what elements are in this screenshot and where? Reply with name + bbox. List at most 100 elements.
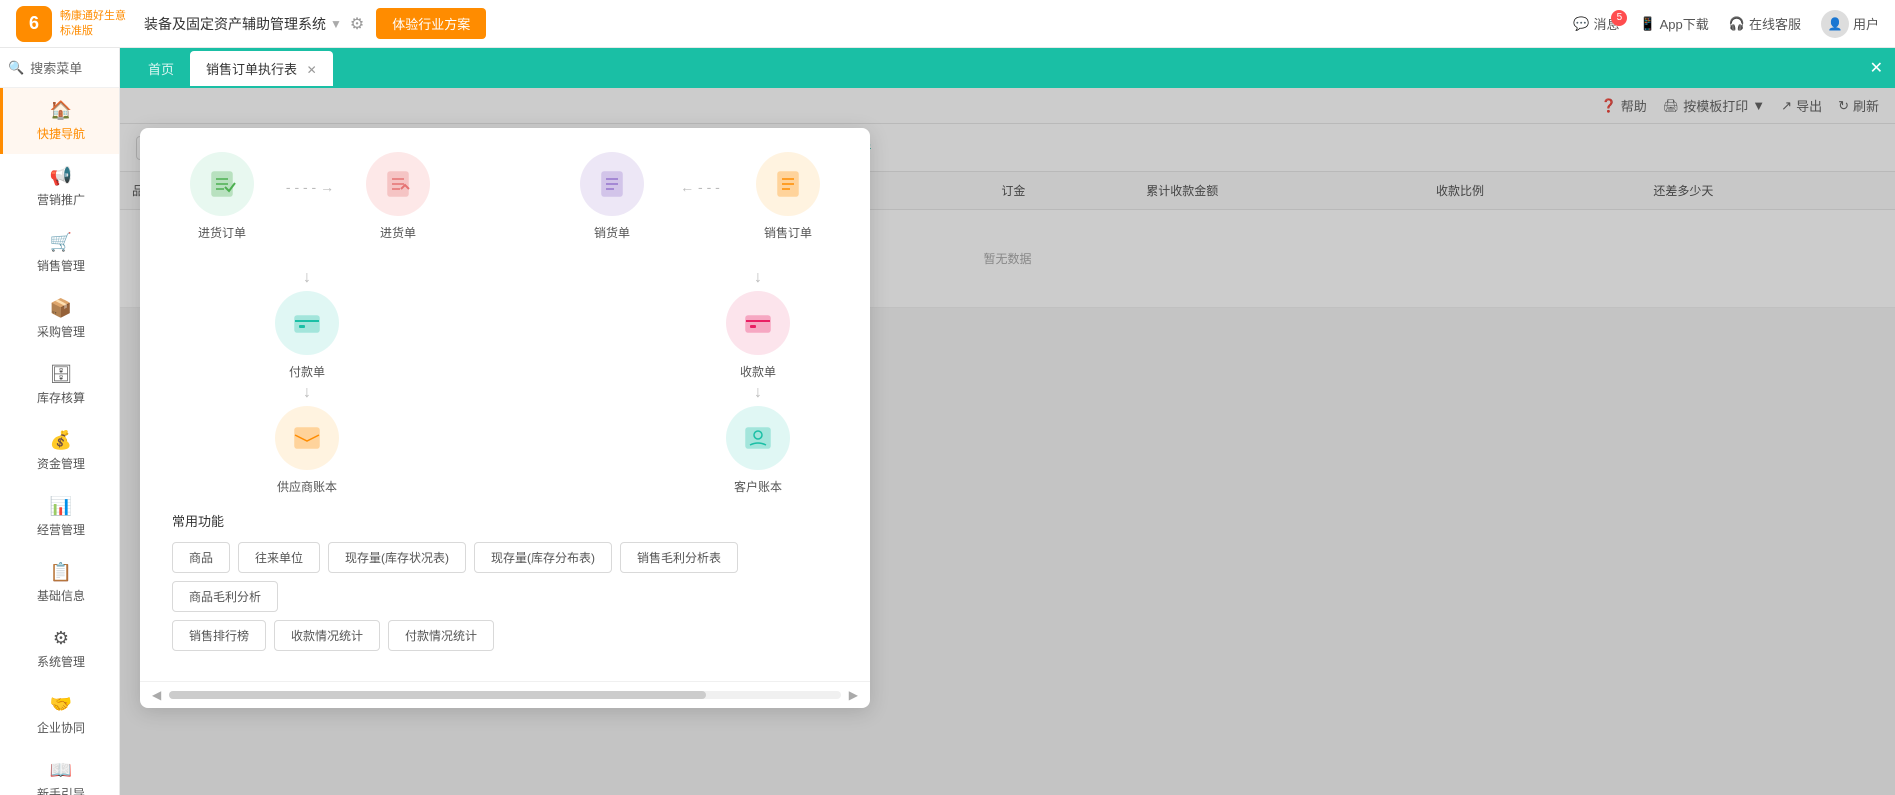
purchase-bill-icon <box>366 152 430 216</box>
search-icon: 🔍 <box>8 60 24 76</box>
sidebar-item-marketing[interactable]: 📢 营销推广 <box>0 154 119 220</box>
purchase-bill-label: 进货单 <box>380 224 416 241</box>
gear-icon[interactable]: ⚙ <box>350 14 364 34</box>
payment-icon <box>275 291 339 355</box>
supplier-icon <box>275 406 339 470</box>
tabbar: 首页 销售订单执行表 ✕ ✕ <box>120 48 1895 88</box>
func-buttons-row1: 商品 往来单位 现存量(库存状况表) 现存量(库存分布表) 销售毛利分析表 商品… <box>172 542 838 612</box>
func-btn-receipt-stat[interactable]: 收款情况统计 <box>274 620 380 651</box>
logo-text: 畅康通好生意 标准版 <box>60 9 126 38</box>
flow-row-1: 进货订单 - - - - → <box>172 152 838 241</box>
topbar-right: 💬 消息 5 📱 App下载 🎧 在线客服 👤 用户 <box>1573 10 1879 38</box>
func-btn-inventory-dist[interactable]: 现存量(库存分布表) <box>474 542 612 573</box>
sidebar-item-quick-nav[interactable]: 🏠 快捷导航 <box>0 88 119 154</box>
sidebar-item-system[interactable]: ⚙ 系统管理 <box>0 616 119 682</box>
tab-home[interactable]: 首页 <box>132 51 190 86</box>
sales-bill-icon <box>580 152 644 216</box>
online-service-btn[interactable]: 🎧 在线客服 <box>1729 14 1801 33</box>
tab-close-icon[interactable]: ✕ <box>307 63 317 77</box>
sidebar-search[interactable]: 🔍 搜索菜单 <box>0 48 119 88</box>
func-btn-sales-profit[interactable]: 销售毛利分析表 <box>620 542 738 573</box>
sidebar-item-newbie[interactable]: 📖 新手引导 <box>0 748 119 795</box>
flow-item-customer[interactable]: 客户账本 <box>708 406 808 495</box>
receipt-label: 收款单 <box>740 363 776 380</box>
sales-bill-label: 销货单 <box>594 224 630 241</box>
payment-label: 付款单 <box>289 363 325 380</box>
func-buttons-row2: 销售排行榜 收款情况统计 付款情况统计 <box>172 620 838 651</box>
content-area: ❓ 帮助 🖨 按模板打印 ▼ ↗ 导出 ↻ 刷新 <box>120 88 1895 795</box>
flow-item-sales-bill[interactable]: 销货单 <box>562 152 662 241</box>
func-btn-payment-stat[interactable]: 付款情况统计 <box>388 620 494 651</box>
flow-item-purchase-order[interactable]: 进货订单 <box>172 152 272 241</box>
customer-icon <box>726 406 790 470</box>
sidebar-item-purchase[interactable]: 📦 采购管理 <box>0 286 119 352</box>
main: 首页 销售订单执行表 ✕ ✕ ❓ 帮助 🖨 按模板打印 ▼ <box>120 48 1895 795</box>
flow-col-right: ↓ 收款单 <box>708 265 838 495</box>
flow-modal: 进货订单 - - - - → <box>140 128 870 708</box>
sales-order-label: 销售订单 <box>764 224 812 241</box>
flow-item-payment[interactable]: 付款单 <box>257 291 357 380</box>
operation-icon: 📊 <box>50 496 72 517</box>
modal-overlay: 进货订单 - - - - → <box>120 88 1895 795</box>
down-arrow-sales: ↓ <box>754 269 762 287</box>
sidebar: 🔍 搜索菜单 🏠 快捷导航 📢 营销推广 🛒 销售管理 📦 采购管理 🗄 库存核… <box>0 48 120 795</box>
func-btn-goods[interactable]: 商品 <box>172 542 230 573</box>
message-badge: 5 <box>1611 10 1627 26</box>
modal-scrollbar: ◀ ▶ <box>140 681 870 708</box>
flow-item-receipt[interactable]: 收款单 <box>708 291 808 380</box>
sidebar-item-enterprise[interactable]: 🤝 企业协同 <box>0 682 119 748</box>
flow-item-purchase-bill[interactable]: 进货单 <box>348 152 448 241</box>
sidebar-item-basic-info[interactable]: 📋 基础信息 <box>0 550 119 616</box>
sales-icon: 🛒 <box>50 232 72 253</box>
scrollbar-track <box>169 691 841 699</box>
message-btn[interactable]: 💬 消息 5 <box>1573 14 1619 33</box>
purchase-order-label: 进货订单 <box>198 224 246 241</box>
avatar: 👤 <box>1821 10 1849 38</box>
down-arrow-purchase: ↓ <box>303 269 311 287</box>
sidebar-item-finance[interactable]: 💰 资金管理 <box>0 418 119 484</box>
user-menu[interactable]: 👤 用户 <box>1821 10 1879 38</box>
scroll-left-icon[interactable]: ◀ <box>152 688 161 702</box>
common-func: 常用功能 商品 往来单位 现存量(库存状况表) 现存量(库存分布表) 销售毛利分… <box>172 511 838 651</box>
home-icon: 🏠 <box>50 100 72 121</box>
arrow-sales-order-to-bill: ← - - - <box>662 179 738 215</box>
flow-item-supplier[interactable]: 供应商账本 <box>257 406 357 495</box>
flow-item-sales-order[interactable]: 销售订单 <box>738 152 838 241</box>
phone-icon: 📱 <box>1639 16 1655 32</box>
logo: 6 畅康通好生意 标准版 <box>16 6 136 42</box>
func-btn-sales-rank[interactable]: 销售排行榜 <box>172 620 266 651</box>
system-title: 装备及固定资产辅助管理系统 ▼ <box>144 14 342 34</box>
purchase-icon: 📦 <box>50 298 72 319</box>
scroll-right-icon[interactable]: ▶ <box>849 688 858 702</box>
supplier-label: 供应商账本 <box>277 478 337 495</box>
func-btn-goods-profit[interactable]: 商品毛利分析 <box>172 581 278 612</box>
experience-btn[interactable]: 体验行业方案 <box>376 8 486 39</box>
tab-sales-order[interactable]: 销售订单执行表 ✕ <box>190 51 333 86</box>
system-dropdown-arrow[interactable]: ▼ <box>330 17 342 31</box>
sidebar-item-operation[interactable]: 📊 经营管理 <box>0 484 119 550</box>
topbar: 6 畅康通好生意 标准版 装备及固定资产辅助管理系统 ▼ ⚙ 体验行业方案 💬 … <box>0 0 1895 48</box>
func-btn-inventory-status[interactable]: 现存量(库存状况表) <box>328 542 466 573</box>
service-icon: 🎧 <box>1729 16 1745 32</box>
arrow-purchase-to-bill: - - - - → <box>272 179 348 215</box>
sales-order-icon <box>756 152 820 216</box>
layout: 🔍 搜索菜单 🏠 快捷导航 📢 营销推广 🛒 销售管理 📦 采购管理 🗄 库存核… <box>0 48 1895 795</box>
func-btn-contacts[interactable]: 往来单位 <box>238 542 320 573</box>
sidebar-item-sales[interactable]: 🛒 销售管理 <box>0 220 119 286</box>
enterprise-icon: 🤝 <box>50 694 72 715</box>
receipt-icon <box>726 291 790 355</box>
marketing-icon: 📢 <box>50 166 72 187</box>
message-icon: 💬 <box>1573 16 1589 32</box>
down-arrow-receipt: ↓ <box>754 384 762 402</box>
app-download-btn[interactable]: 📱 App下载 <box>1639 14 1708 33</box>
logo-icon: 6 <box>16 6 52 42</box>
close-all-tabs-icon[interactable]: ✕ <box>1870 58 1883 78</box>
down-arrow-payment: ↓ <box>303 384 311 402</box>
inventory-icon: 🗄 <box>50 364 73 385</box>
basic-info-icon: 📋 <box>50 562 72 583</box>
flow-col-left: ↓ 付款单 <box>172 265 352 495</box>
purchase-order-icon <box>190 152 254 216</box>
customer-label: 客户账本 <box>734 478 782 495</box>
sidebar-item-inventory[interactable]: 🗄 库存核算 <box>0 352 119 418</box>
system-icon: ⚙ <box>53 628 69 649</box>
